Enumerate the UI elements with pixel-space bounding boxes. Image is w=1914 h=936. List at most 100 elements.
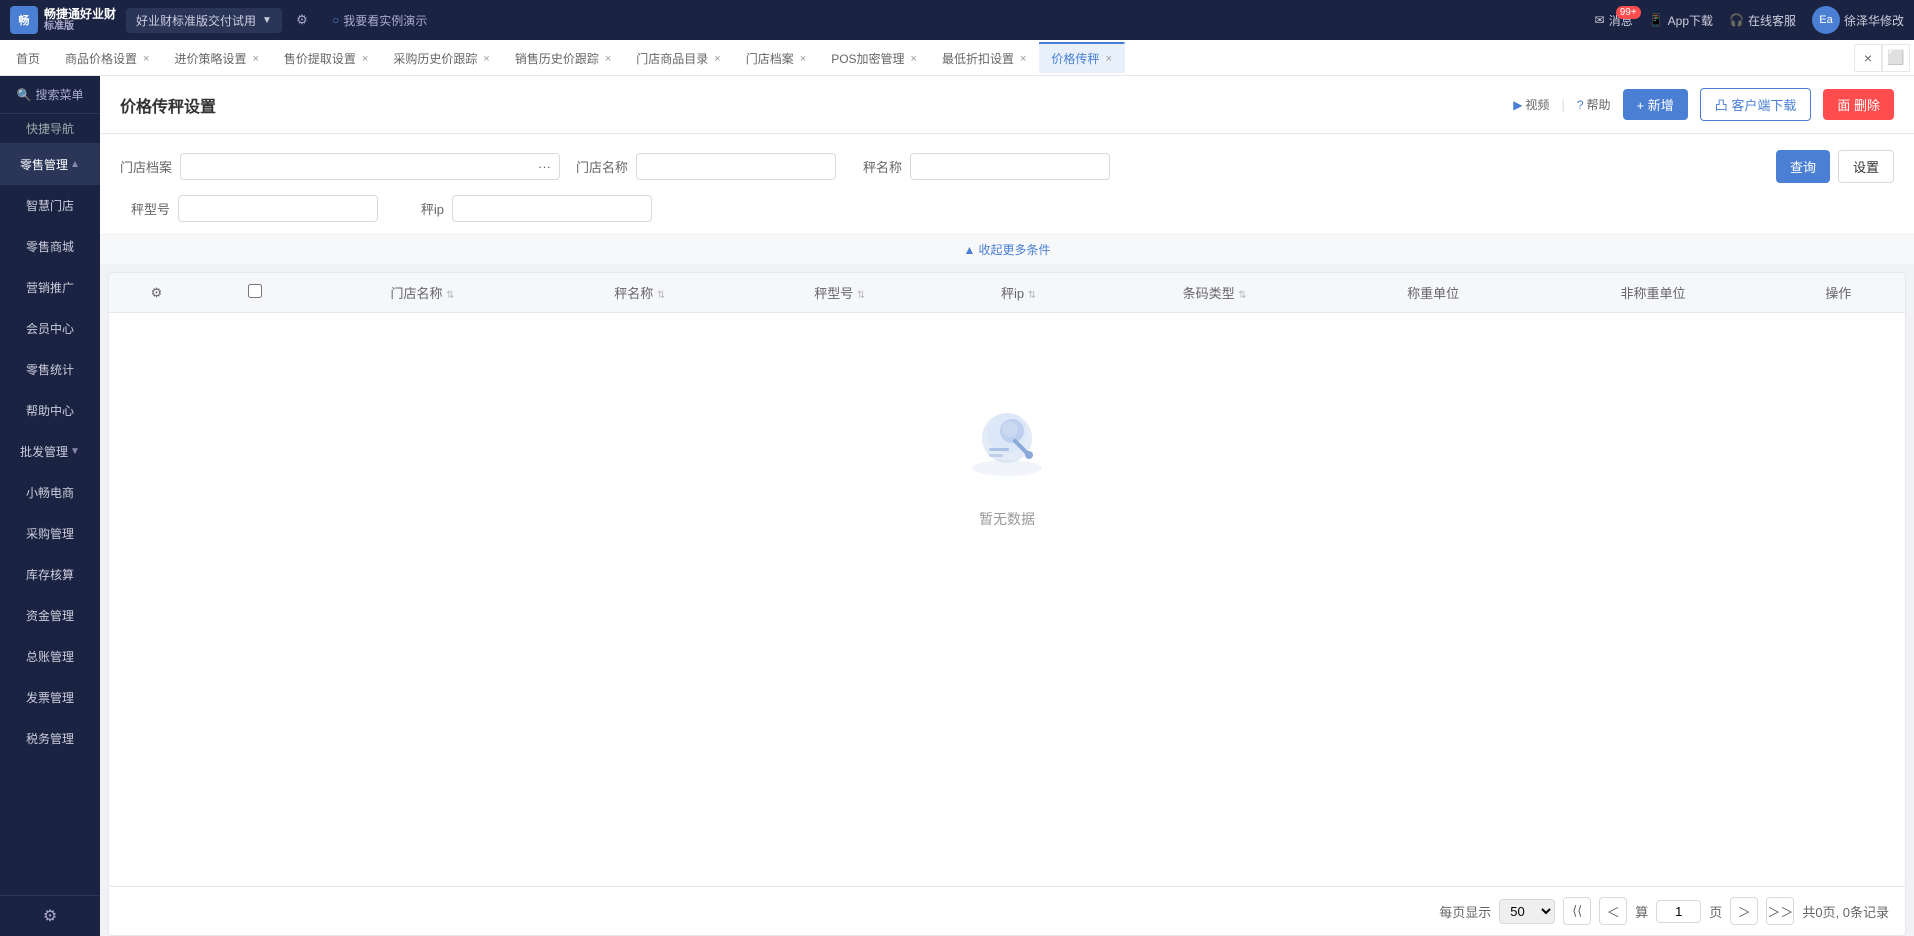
store-file-browse-button[interactable]: ··· <box>530 153 560 180</box>
settings-filter-button[interactable]: 设置 <box>1838 150 1894 183</box>
tab-min-discount[interactable]: 最低折扣设置 × <box>930 42 1039 73</box>
sort-icon[interactable]: ⇅ <box>446 290 454 301</box>
sidebar-item-general-ledger[interactable]: 总账管理 <box>0 636 100 677</box>
tab-store-file[interactable]: 门店档案 × <box>734 42 819 73</box>
prev-page-button[interactable]: ＜ <box>1599 897 1627 925</box>
headset-icon: 🎧 <box>1729 13 1744 27</box>
dropdown-arrow-icon: ▼ <box>262 15 272 26</box>
sort-icon[interactable]: ⇅ <box>1238 290 1246 301</box>
store-file-input[interactable] <box>180 153 530 180</box>
close-tab-icon[interactable]: × <box>483 53 489 65</box>
tab-purchase-history[interactable]: 采购历史价跟踪 × <box>381 42 502 73</box>
collapse-button[interactable]: ▲ 收起更多条件 <box>100 234 1914 264</box>
page-unit: 页 <box>1709 902 1722 921</box>
delete-button[interactable]: 面 删除 <box>1823 89 1894 120</box>
scale-model-label: 秤型号 <box>120 199 170 218</box>
tab-price-scale[interactable]: 价格传秤 × <box>1039 42 1124 73</box>
empty-icon <box>957 393 1057 493</box>
sidebar-item-retail-mall[interactable]: 零售商城 <box>0 226 100 267</box>
video-link[interactable]: ▶ 视频 <box>1513 96 1549 113</box>
close-tab-icon[interactable]: × <box>143 53 149 65</box>
filter-scale-model: 秤型号 <box>120 195 378 222</box>
download-button[interactable]: 凸 客户端下载 <box>1700 88 1812 121</box>
table-header: ⚙ 门店名称 ⇅ 秤名称 ⇅ <box>109 273 1905 313</box>
sidebar-item-invoice[interactable]: 发票管理 <box>0 677 100 718</box>
sidebar-search[interactable]: 🔍 搜索菜单 <box>0 76 100 114</box>
sidebar-item-marketing[interactable]: 营销推广 <box>0 267 100 308</box>
maximize-button[interactable]: ⬜ <box>1882 44 1910 72</box>
sidebar-item-finance[interactable]: 资金管理 <box>0 595 100 636</box>
close-tab-icon[interactable]: × <box>252 53 258 65</box>
online-service-button[interactable]: 🎧 在线客服 <box>1729 12 1796 29</box>
selector-settings-icon[interactable]: ⚙ <box>288 6 316 34</box>
version-selector[interactable]: 好业财标准版交付试用 ▼ <box>126 8 282 33</box>
messages-button[interactable]: ✉ 消息 99+ <box>1595 12 1633 29</box>
close-tab-button[interactable]: × <box>1854 44 1882 72</box>
scale-ip-label: 秤ip <box>394 199 444 218</box>
close-tab-icon[interactable]: × <box>1020 53 1026 65</box>
tab-cost-strategy[interactable]: 进价策略设置 × <box>162 42 271 73</box>
sidebar: 🔍 搜索菜单 快捷导航 零售管理 ▲ 智慧门店 零售商城 营销推广 会员中心 零… <box>0 76 100 936</box>
message-icon: ✉ <box>1595 13 1605 27</box>
scale-ip-input[interactable] <box>452 195 652 222</box>
sidebar-item-member[interactable]: 会员中心 <box>0 308 100 349</box>
last-page-button[interactable]: ＞＞ <box>1766 897 1794 925</box>
tab-home[interactable]: 首页 <box>4 42 53 73</box>
query-button[interactable]: 查询 <box>1776 150 1830 183</box>
close-tab-icon[interactable]: × <box>911 53 917 65</box>
first-page-button[interactable]: ⟨⟨ <box>1563 897 1591 925</box>
filter-scale-ip: 秤ip <box>394 195 652 222</box>
top-bar-right: ✉ 消息 99+ 📱 App下载 🎧 在线客服 Ea 徐泽华修改 <box>1595 6 1904 34</box>
sidebar-item-inventory[interactable]: 库存核算 <box>0 554 100 595</box>
sort-icon[interactable]: ⇅ <box>857 290 865 301</box>
sidebar-item-purchase[interactable]: 采购管理 <box>0 513 100 554</box>
close-tab-icon[interactable]: × <box>800 53 806 65</box>
per-page-select[interactable]: 50 10 20 100 <box>1499 899 1555 924</box>
app-download-button[interactable]: 📱 App下载 <box>1649 12 1713 29</box>
next-page-button[interactable]: ＞ <box>1730 897 1758 925</box>
scale-model-input[interactable] <box>178 195 378 222</box>
filter-buttons: 查询 设置 <box>1776 150 1894 183</box>
phone-icon: 📱 <box>1649 13 1664 27</box>
help-icon: ? <box>1577 98 1584 112</box>
filter-store-name: 门店名称 <box>576 153 836 180</box>
demo-link[interactable]: ○ 我要看实例演示 <box>332 12 427 29</box>
logo-text: 畅捷通好业财 标准版 <box>44 7 116 33</box>
sidebar-quick-nav[interactable]: 快捷导航 <box>0 114 100 144</box>
col-scale-name: 秤名称 ⇅ <box>540 273 740 313</box>
add-button[interactable]: + 新增 <box>1623 89 1688 120</box>
close-tab-icon[interactable]: × <box>714 53 720 65</box>
scale-name-label: 秤名称 <box>852 157 902 176</box>
tab-selling-price[interactable]: 售价提取设置 × <box>272 42 381 73</box>
close-tab-icon[interactable]: × <box>362 53 368 65</box>
tab-pos-management[interactable]: POS加密管理 × <box>819 42 930 73</box>
filter-scale-name: 秤名称 <box>852 153 1110 180</box>
tab-store-catalog[interactable]: 门店商品目录 × <box>624 42 733 73</box>
page-input[interactable] <box>1656 900 1701 923</box>
sidebar-item-retail-stats[interactable]: 零售统计 <box>0 349 100 390</box>
store-name-input[interactable] <box>636 153 836 180</box>
close-tab-icon[interactable]: × <box>605 53 611 65</box>
sort-icon[interactable]: ⇅ <box>657 290 665 301</box>
sidebar-item-wholesale[interactable]: 批发管理 ▼ <box>0 431 100 472</box>
sidebar-item-retail-management[interactable]: 零售管理 ▲ <box>0 144 100 185</box>
logo-icon: 畅 <box>10 6 38 34</box>
tab-sales-history[interactable]: 销售历史价跟踪 × <box>503 42 624 73</box>
col-barcode-type: 条码类型 ⇅ <box>1097 273 1332 313</box>
scale-name-input[interactable] <box>910 153 1110 180</box>
gear-icon: ⚙ <box>43 906 57 926</box>
sort-icon[interactable]: ⇅ <box>1028 290 1036 301</box>
page-title: 价格传秤设置 <box>120 93 216 117</box>
help-link[interactable]: ? 帮助 <box>1577 96 1611 113</box>
user-menu-button[interactable]: Ea 徐泽华修改 <box>1812 6 1904 34</box>
sidebar-item-help-center[interactable]: 帮助中心 <box>0 390 100 431</box>
table-settings-icon[interactable]: ⚙ <box>151 285 163 300</box>
sidebar-item-tax[interactable]: 税务管理 <box>0 718 100 759</box>
tab-price-settings[interactable]: 商品价格设置 × <box>53 42 162 73</box>
select-all-checkbox[interactable] <box>248 284 262 298</box>
sidebar-item-ecoms[interactable]: 小畅电商 <box>0 472 100 513</box>
close-tab-icon[interactable]: × <box>1105 53 1111 65</box>
sidebar-item-smart-store[interactable]: 智慧门店 <box>0 185 100 226</box>
total-info: 共0页, 0条记录 <box>1802 902 1889 921</box>
sidebar-settings-button[interactable]: ⚙ <box>0 895 100 936</box>
